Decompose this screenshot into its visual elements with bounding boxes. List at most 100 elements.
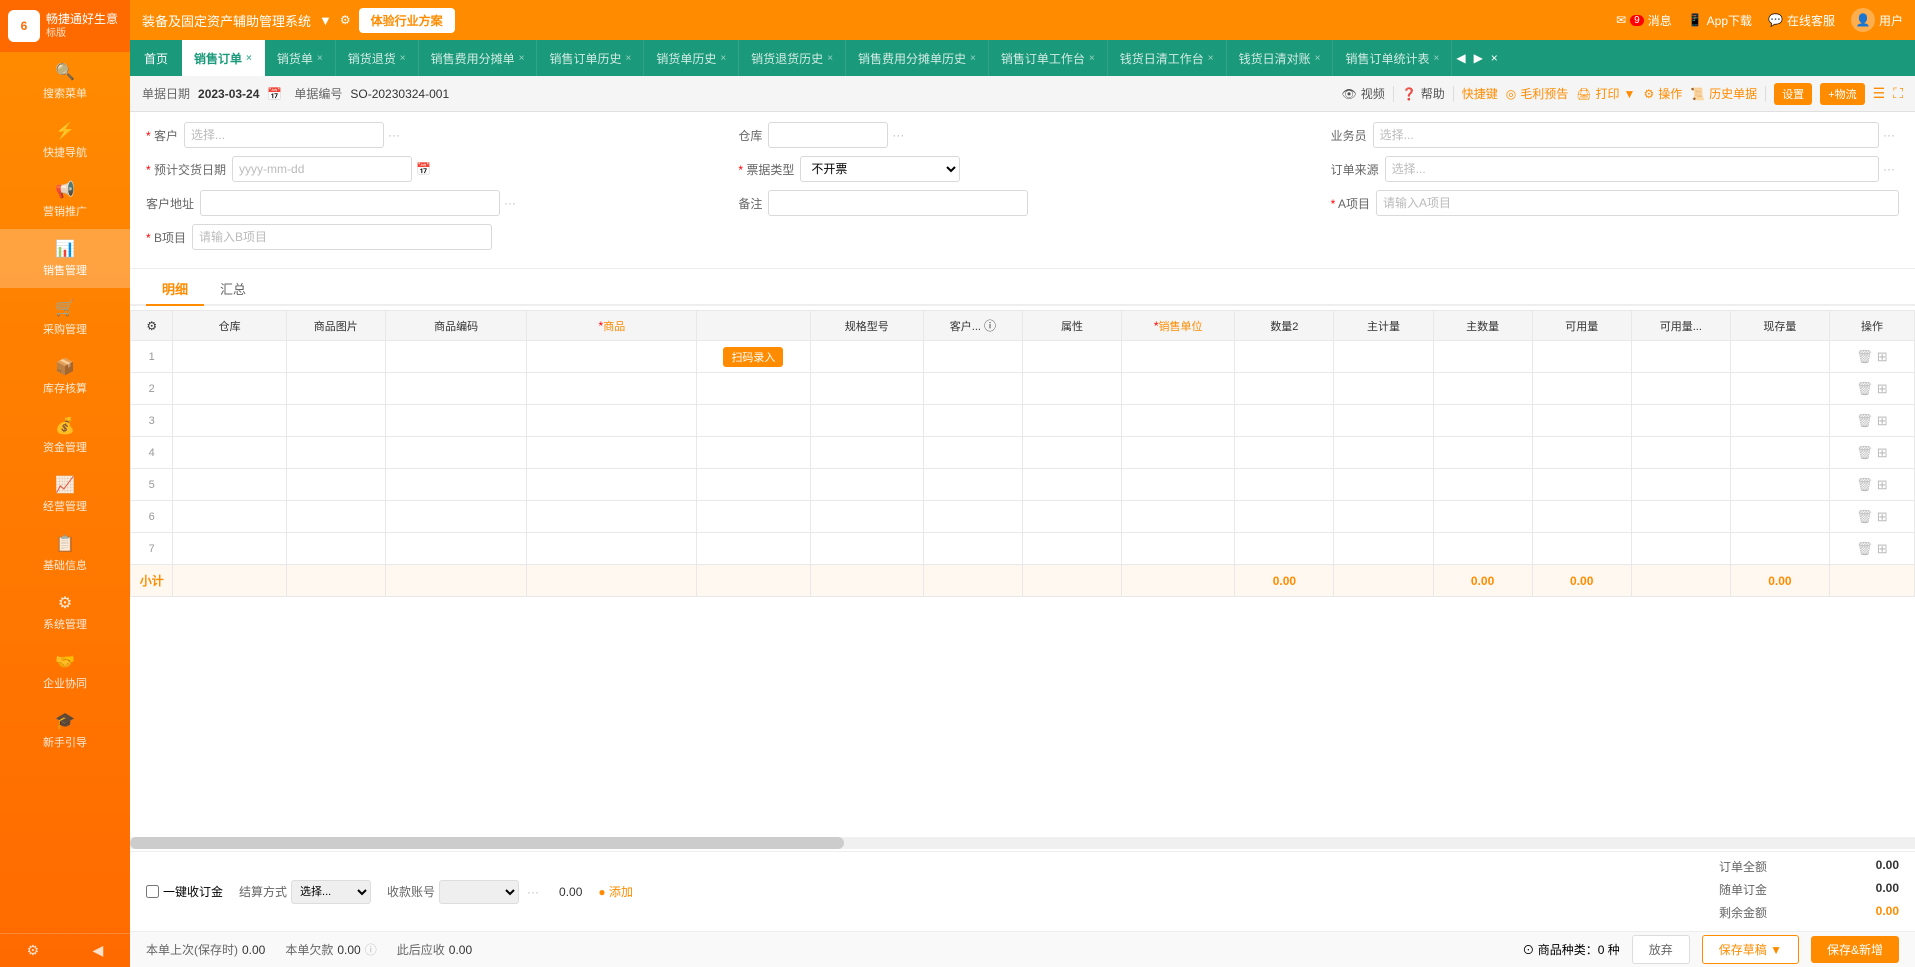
cell-8[interactable] bbox=[1022, 501, 1121, 533]
cell-15[interactable] bbox=[1730, 437, 1829, 469]
delivery-calendar-icon[interactable]: 📅 bbox=[412, 162, 435, 176]
customer-input[interactable] bbox=[184, 122, 384, 148]
customer-more-icon[interactable]: ··· bbox=[384, 128, 404, 142]
cell-3[interactable] bbox=[385, 469, 527, 501]
cell-9[interactable] bbox=[1122, 373, 1235, 405]
cell-14[interactable] bbox=[1631, 533, 1730, 565]
cell-12[interactable] bbox=[1433, 373, 1532, 405]
cell-2[interactable] bbox=[286, 469, 385, 501]
cell-3[interactable] bbox=[385, 341, 527, 373]
cell-1[interactable] bbox=[173, 469, 286, 501]
layout-icon[interactable]: ☰ bbox=[1873, 85, 1886, 102]
cell-15[interactable] bbox=[1730, 501, 1829, 533]
tab-close-icon[interactable]: × bbox=[246, 53, 252, 64]
cell-13[interactable] bbox=[1532, 341, 1631, 373]
history-button[interactable]: 📜 历史单据 bbox=[1690, 85, 1757, 102]
cell-3[interactable] bbox=[385, 373, 527, 405]
warehouse-input[interactable]: 成品库 bbox=[768, 122, 888, 148]
cell-10[interactable] bbox=[1235, 469, 1334, 501]
cell-11[interactable] bbox=[1334, 373, 1433, 405]
cell-15[interactable] bbox=[1730, 469, 1829, 501]
tab-close-icon[interactable]: × bbox=[1208, 53, 1214, 64]
cell-13[interactable] bbox=[1532, 501, 1631, 533]
cell-9[interactable] bbox=[1122, 437, 1235, 469]
cell-14[interactable] bbox=[1631, 469, 1730, 501]
settings-button[interactable]: 设置 bbox=[1774, 83, 1812, 105]
cell-3[interactable] bbox=[385, 437, 527, 469]
sidebar-item-搜索菜单[interactable]: 🔍搜索菜单 bbox=[0, 52, 130, 111]
cell-4[interactable] bbox=[527, 501, 697, 533]
settings-gear-icon[interactable]: ⚙ bbox=[340, 13, 351, 27]
table-wrapper[interactable]: ⚙仓库商品图片商品编码*商品规格型号客户... ⓘ属性*销售单位数量2主计量主数… bbox=[130, 310, 1915, 835]
tab-close-icon[interactable]: × bbox=[1315, 53, 1321, 64]
sidebar-item-采购管理[interactable]: 🛒采购管理 bbox=[0, 288, 130, 347]
cell-1[interactable] bbox=[173, 501, 286, 533]
address-input[interactable] bbox=[200, 190, 500, 216]
calendar-icon[interactable]: 📅 bbox=[267, 87, 282, 101]
tab-close-all[interactable]: × bbox=[1487, 40, 1502, 76]
tab-close-icon[interactable]: × bbox=[400, 53, 406, 64]
cell-15[interactable] bbox=[1730, 405, 1829, 437]
remark-input[interactable] bbox=[768, 190, 1028, 216]
sidebar-item-基础信息[interactable]: 📋基础信息 bbox=[0, 524, 130, 583]
horizontal-scrollbar[interactable] bbox=[130, 837, 1915, 849]
staff-input[interactable] bbox=[1373, 122, 1879, 148]
cell-8[interactable] bbox=[1022, 437, 1121, 469]
tab-close-icon[interactable]: × bbox=[1433, 53, 1439, 64]
system-selector-icon[interactable]: ▼ bbox=[319, 13, 332, 28]
cell-13[interactable] bbox=[1532, 405, 1631, 437]
cell-10[interactable] bbox=[1235, 373, 1334, 405]
profit-button[interactable]: ◎ 毛利预告 bbox=[1506, 85, 1569, 102]
cell-4[interactable] bbox=[527, 533, 697, 565]
tab-home[interactable]: 首页 bbox=[130, 40, 182, 76]
add-item-button[interactable]: ● 添加 bbox=[598, 883, 633, 900]
fullscreen-icon[interactable]: ⛶ bbox=[1893, 85, 1903, 102]
delete-icon[interactable]: 🗑 bbox=[1856, 413, 1873, 428]
copy-icon[interactable]: ⊞ bbox=[1877, 541, 1888, 556]
tab-prev[interactable]: ◀ bbox=[1452, 40, 1469, 76]
tab-close-icon[interactable]: × bbox=[720, 53, 726, 64]
cell-15[interactable] bbox=[1730, 373, 1829, 405]
cell-6[interactable] bbox=[810, 405, 923, 437]
account-select[interactable] bbox=[439, 880, 519, 904]
cell-6[interactable] bbox=[810, 501, 923, 533]
settings-icon[interactable]: ⚙ bbox=[27, 942, 40, 959]
order-source-input[interactable] bbox=[1385, 156, 1879, 182]
scan-cell[interactable]: 扫码录入 bbox=[697, 341, 810, 373]
sidebar-item-快捷导航[interactable]: ⚡快捷导航 bbox=[0, 111, 130, 170]
settlement-select[interactable]: 选择... bbox=[291, 880, 371, 904]
tab-close-icon[interactable]: × bbox=[827, 53, 833, 64]
copy-icon[interactable]: ⊞ bbox=[1877, 509, 1888, 524]
cell-6[interactable] bbox=[810, 533, 923, 565]
collapse-icon[interactable]: ◀ bbox=[93, 942, 104, 959]
tab-close-icon[interactable]: × bbox=[625, 53, 631, 64]
tab-10[interactable]: 钱货日清对账× bbox=[1227, 40, 1334, 76]
tab-close-icon[interactable]: × bbox=[1089, 53, 1095, 64]
tab-7[interactable]: 销售费用分摊单历史× bbox=[846, 40, 989, 76]
user-button[interactable]: 👤 用户 bbox=[1851, 8, 1903, 32]
cell-9[interactable] bbox=[1122, 469, 1235, 501]
tab-1[interactable]: 销货单× bbox=[265, 40, 336, 76]
cell-3[interactable] bbox=[385, 501, 527, 533]
delete-icon[interactable]: 🗑 bbox=[1856, 509, 1873, 524]
cell-6[interactable] bbox=[810, 373, 923, 405]
scan-cell[interactable] bbox=[697, 405, 810, 437]
b-project-input[interactable] bbox=[192, 224, 492, 250]
discard-button[interactable]: 放弃 bbox=[1632, 935, 1690, 964]
cell-11[interactable] bbox=[1334, 533, 1433, 565]
cell-2[interactable] bbox=[286, 533, 385, 565]
tab-close-icon[interactable]: × bbox=[970, 53, 976, 64]
cell-14[interactable] bbox=[1631, 437, 1730, 469]
staff-more-icon[interactable]: ··· bbox=[1879, 128, 1899, 142]
cell-4[interactable] bbox=[527, 373, 697, 405]
cell-6[interactable] bbox=[810, 469, 923, 501]
cell-1[interactable] bbox=[173, 341, 286, 373]
logistics-button[interactable]: +物流 bbox=[1820, 83, 1864, 105]
copy-icon[interactable]: ⊞ bbox=[1877, 477, 1888, 492]
sidebar-item-系统管理[interactable]: ⚙系统管理 bbox=[0, 583, 130, 642]
cell-4[interactable] bbox=[527, 437, 697, 469]
scan-button[interactable]: 扫码录入 bbox=[723, 347, 783, 367]
cell-13[interactable] bbox=[1532, 533, 1631, 565]
cell-12[interactable] bbox=[1433, 533, 1532, 565]
cell-10[interactable] bbox=[1235, 437, 1334, 469]
